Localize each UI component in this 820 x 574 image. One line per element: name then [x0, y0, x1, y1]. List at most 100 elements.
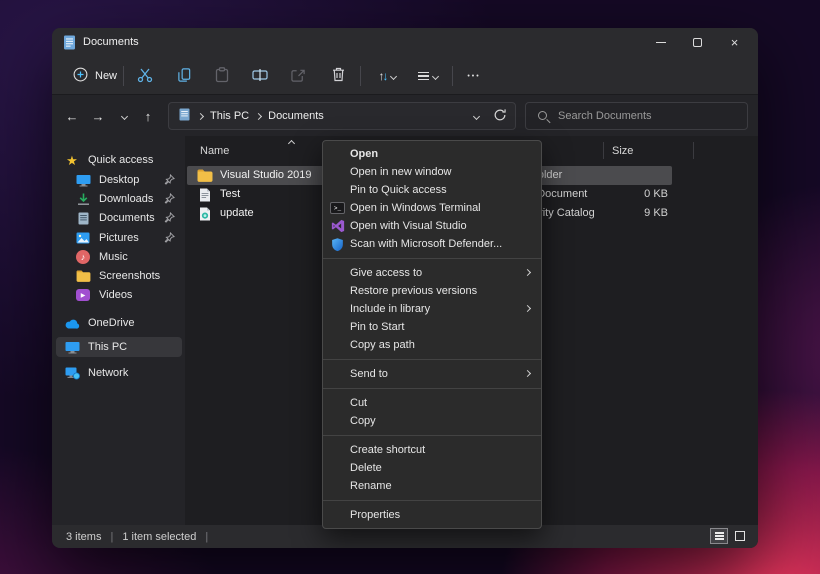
sort-button[interactable]: ↑↓ — [366, 64, 408, 88]
breadcrumb-this-pc[interactable]: This PC — [208, 110, 251, 122]
star-icon: ★ — [64, 154, 80, 167]
address-dropdown-icon[interactable] — [473, 112, 480, 119]
refresh-button[interactable] — [493, 108, 507, 125]
details-view-button[interactable] — [710, 528, 728, 544]
navigation-row: ← → ↑ This PC Documents — [52, 96, 758, 136]
sidebar-item-documents[interactable]: Documents — [56, 208, 182, 228]
items-count: 3 items — [66, 531, 101, 543]
paste-button[interactable] — [206, 64, 238, 88]
search-box[interactable] — [525, 102, 748, 130]
up-button[interactable]: ↑ — [136, 104, 160, 128]
menu-item-pin-to-start[interactable]: Pin to Start — [323, 318, 541, 336]
forward-icon: → — [92, 109, 105, 124]
file-name: Visual Studio 2019 — [220, 169, 312, 181]
title-bar: Documents × — [52, 28, 758, 56]
menu-item-scan-with-microsoft-defender[interactable]: Scan with Microsoft Defender... — [323, 235, 541, 253]
large-icons-view-button[interactable] — [731, 528, 749, 544]
copy-button[interactable] — [168, 64, 200, 88]
menu-item-give-access-to[interactable]: Give access to — [323, 264, 541, 282]
sidebar-item-pictures[interactable]: Pictures — [56, 228, 182, 248]
column-divider[interactable] — [693, 142, 694, 159]
terminal-icon: >_ — [329, 200, 346, 216]
sidebar-item-onedrive[interactable]: OneDrive — [56, 313, 182, 333]
minimize-icon — [656, 42, 666, 43]
menu-item-pin-to-quick-access[interactable]: Pin to Quick access — [323, 181, 541, 199]
file-size: 9 KB — [588, 207, 668, 219]
maximize-icon — [693, 38, 702, 47]
navigation-pane: ★ Quick access Desktop Downloads Documen… — [52, 136, 185, 525]
desktop-monitor-icon — [75, 174, 91, 187]
search-icon — [537, 110, 550, 123]
breadcrumb-documents[interactable]: Documents — [266, 110, 326, 122]
back-button[interactable]: ← — [60, 104, 84, 128]
address-bar[interactable]: This PC Documents — [168, 102, 516, 130]
plus-circle-icon — [73, 67, 88, 85]
menu-item-cut[interactable]: Cut — [323, 394, 541, 412]
sidebar-item-videos[interactable]: ▶ Videos — [56, 285, 182, 305]
sidebar-item-this-pc[interactable]: This PC — [56, 337, 182, 357]
documents-icon — [63, 35, 76, 53]
recent-locations-button[interactable] — [112, 104, 136, 128]
text-document-icon — [199, 188, 211, 205]
window-controls: × — [642, 28, 753, 56]
column-header-size[interactable]: Size — [612, 145, 633, 157]
large-icons-view-icon — [735, 531, 745, 541]
new-button[interactable]: New — [64, 64, 126, 88]
column-header-name[interactable]: Name — [200, 145, 229, 157]
rename-icon — [252, 68, 268, 85]
file-name: Test — [220, 188, 240, 200]
paste-icon — [215, 67, 229, 86]
menu-item-open-in-windows-terminal[interactable]: >_ Open in Windows Terminal — [323, 199, 541, 217]
chevron-right-icon — [197, 112, 204, 119]
sort-ascending-icon — [288, 140, 295, 147]
toolbar-divider — [123, 66, 124, 86]
sort-icon: ↑↓ — [379, 69, 387, 83]
sidebar-item-network[interactable]: Network — [56, 363, 182, 383]
sidebar-item-quick-access[interactable]: ★ Quick access — [56, 150, 182, 170]
menu-separator — [323, 500, 541, 501]
menu-item-open-in-new-window[interactable]: Open in new window — [323, 163, 541, 181]
rename-button[interactable] — [244, 64, 276, 88]
maximize-button[interactable] — [679, 28, 716, 56]
sidebar-item-downloads[interactable]: Downloads — [56, 189, 182, 209]
menu-item-include-in-library[interactable]: Include in library — [323, 300, 541, 318]
menu-item-send-to[interactable]: Send to — [323, 365, 541, 383]
folder-icon — [75, 270, 91, 282]
submenu-arrow-icon — [524, 305, 531, 312]
share-button[interactable] — [282, 64, 314, 88]
close-button[interactable]: × — [716, 28, 753, 56]
toolbar-divider — [452, 66, 453, 86]
search-input[interactable] — [558, 110, 728, 122]
downloads-icon — [75, 193, 91, 206]
sidebar-item-screenshots[interactable]: Screenshots — [56, 266, 182, 286]
more-options-button[interactable]: ••• — [458, 64, 490, 88]
column-divider[interactable] — [603, 142, 604, 159]
menu-item-rename[interactable]: Rename — [323, 477, 541, 495]
menu-item-copy[interactable]: Copy — [323, 412, 541, 430]
menu-item-copy-as-path[interactable]: Copy as path — [323, 336, 541, 354]
minimize-button[interactable] — [642, 28, 679, 56]
chevron-down-icon — [389, 72, 396, 79]
menu-item-restore-previous-versions[interactable]: Restore previous versions — [323, 282, 541, 300]
menu-item-delete[interactable]: Delete — [323, 459, 541, 477]
cut-button[interactable] — [129, 64, 161, 88]
delete-button[interactable] — [322, 64, 354, 88]
ellipsis-icon: ••• — [467, 73, 480, 80]
share-icon — [291, 68, 306, 85]
menu-separator — [323, 258, 541, 259]
sidebar-item-desktop[interactable]: Desktop — [56, 170, 182, 190]
menu-item-open-with-visual-studio[interactable]: Open with Visual Studio — [323, 217, 541, 235]
view-button[interactable] — [408, 64, 448, 88]
forward-button[interactable]: → — [86, 104, 110, 128]
sidebar-item-music[interactable]: ♪ Music — [56, 247, 182, 267]
onedrive-cloud-icon — [64, 318, 80, 329]
menu-item-create-shortcut[interactable]: Create shortcut — [323, 441, 541, 459]
back-icon: ← — [66, 109, 79, 124]
pin-icon — [164, 232, 175, 246]
menu-separator — [323, 435, 541, 436]
menu-item-open[interactable]: Open — [323, 145, 541, 163]
music-icon: ♪ — [75, 250, 91, 264]
menu-item-properties[interactable]: Properties — [323, 506, 541, 524]
file-size: 0 KB — [588, 188, 668, 200]
network-icon — [64, 367, 80, 380]
